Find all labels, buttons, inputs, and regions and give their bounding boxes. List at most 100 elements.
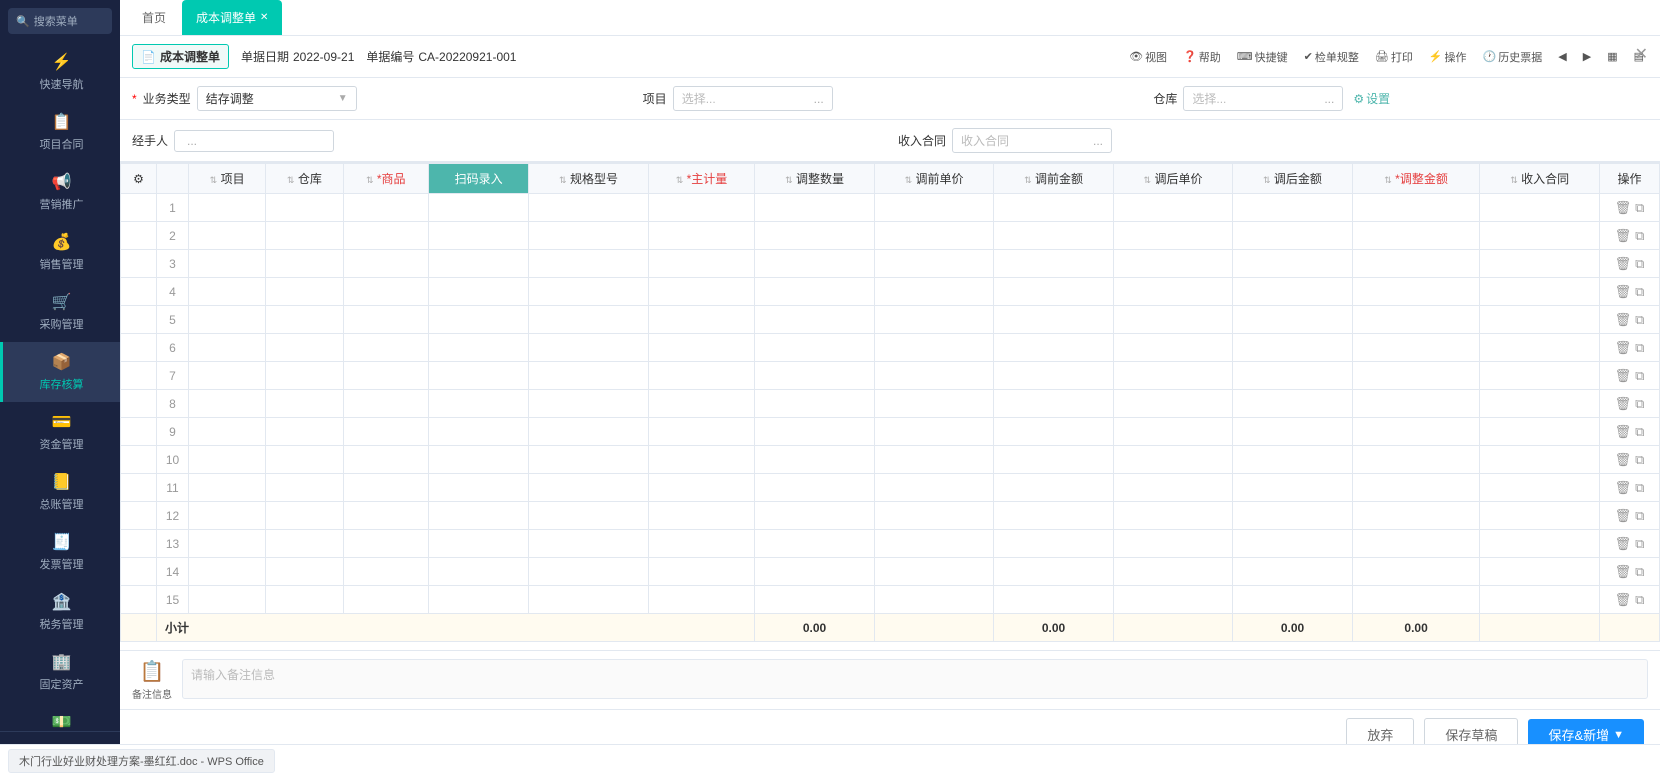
row-data-cell[interactable] <box>648 502 755 530</box>
row-copy-icon[interactable]: ⧉ <box>1635 564 1644 580</box>
row-data-cell[interactable] <box>1352 390 1480 418</box>
row-data-cell[interactable] <box>266 474 343 502</box>
row-data-cell[interactable] <box>343 250 428 278</box>
row-data-cell[interactable] <box>1113 586 1232 614</box>
row-data-cell[interactable] <box>266 502 343 530</box>
row-data-cell[interactable] <box>1113 446 1232 474</box>
row-data-cell[interactable] <box>529 418 648 446</box>
income-contract-input[interactable]: 收入合同 ... <box>952 128 1112 153</box>
row-data-cell[interactable] <box>874 586 993 614</box>
row-data-cell[interactable] <box>529 334 648 362</box>
row-data-cell[interactable] <box>266 222 343 250</box>
row-data-cell[interactable] <box>343 390 428 418</box>
row-data-cell[interactable] <box>266 390 343 418</box>
row-data-cell[interactable] <box>1352 502 1480 530</box>
col-adj-amount[interactable]: ⇅ *调整金额 <box>1352 164 1480 194</box>
row-data-cell[interactable] <box>874 558 993 586</box>
row-data-cell[interactable] <box>994 586 1113 614</box>
row-copy-icon[interactable]: ⧉ <box>1635 396 1644 412</box>
row-data-cell[interactable] <box>343 362 428 390</box>
row-data-cell[interactable] <box>266 530 343 558</box>
row-data-cell[interactable] <box>994 194 1113 222</box>
row-data-cell[interactable] <box>1233 222 1352 250</box>
row-data-cell[interactable] <box>1113 390 1232 418</box>
row-data-cell[interactable] <box>189 390 266 418</box>
row-data-cell[interactable] <box>874 418 993 446</box>
row-data-cell[interactable] <box>266 194 343 222</box>
warehouse-input[interactable]: 选择... ... <box>1183 86 1343 111</box>
sidebar-search[interactable]: 🔍 搜索菜单 <box>8 8 112 34</box>
row-data-cell[interactable] <box>755 362 874 390</box>
row-data-cell[interactable] <box>1352 558 1480 586</box>
row-delete-icon[interactable]: 🗑 <box>1615 368 1632 384</box>
row-delete-icon[interactable]: 🗑 <box>1615 564 1632 580</box>
sidebar-item-project-contract[interactable]: 📋项目合同 <box>0 102 120 162</box>
row-data-cell[interactable] <box>874 474 993 502</box>
row-data-cell[interactable] <box>1480 194 1600 222</box>
row-data-cell[interactable] <box>529 502 648 530</box>
nav-next-btn[interactable]: ▶ <box>1579 48 1595 65</box>
row-data-cell[interactable] <box>428 390 528 418</box>
operate-btn[interactable]: ⚡操作 <box>1425 47 1471 67</box>
row-data-cell[interactable] <box>755 194 874 222</box>
row-data-cell[interactable] <box>648 418 755 446</box>
row-data-cell[interactable] <box>529 474 648 502</box>
sidebar-item-sales-mgmt[interactable]: 💰销售管理 <box>0 222 120 282</box>
row-data-cell[interactable] <box>648 334 755 362</box>
row-data-cell[interactable] <box>755 530 874 558</box>
tab-close-icon[interactable]: ✕ <box>260 12 268 23</box>
row-delete-icon[interactable]: 🗑 <box>1615 592 1632 608</box>
row-data-cell[interactable] <box>1233 194 1352 222</box>
sidebar-item-salary[interactable]: 💵工资 <box>0 702 120 731</box>
row-data-cell[interactable] <box>343 558 428 586</box>
date-value[interactable]: 2022-09-21 <box>293 50 354 64</box>
row-data-cell[interactable] <box>1352 362 1480 390</box>
row-copy-icon[interactable]: ⧉ <box>1635 368 1644 384</box>
project-input[interactable]: 选择... ... <box>673 86 833 111</box>
row-data-cell[interactable] <box>1352 194 1480 222</box>
row-data-cell[interactable] <box>1233 362 1352 390</box>
row-data-cell[interactable] <box>755 586 874 614</box>
row-data-cell[interactable] <box>266 334 343 362</box>
row-data-cell[interactable] <box>343 446 428 474</box>
check-set-btn[interactable]: ✔检单规整 <box>1300 47 1363 67</box>
row-data-cell[interactable] <box>1113 278 1232 306</box>
tab-cost-adjust[interactable]: 成本调整单 ✕ <box>182 0 282 35</box>
row-data-cell[interactable] <box>648 222 755 250</box>
row-data-cell[interactable] <box>874 222 993 250</box>
row-data-cell[interactable] <box>994 530 1113 558</box>
row-copy-icon[interactable]: ⧉ <box>1635 340 1644 356</box>
row-delete-icon[interactable]: 🗑 <box>1615 284 1632 300</box>
row-data-cell[interactable] <box>994 306 1113 334</box>
row-copy-icon[interactable]: ⧉ <box>1635 592 1644 608</box>
row-data-cell[interactable] <box>1233 278 1352 306</box>
row-delete-icon[interactable]: 🗑 <box>1615 312 1632 328</box>
sidebar-item-inventory[interactable]: 📦库存核算 <box>0 342 120 402</box>
row-data-cell[interactable] <box>266 306 343 334</box>
num-value[interactable]: CA-20220921-001 <box>418 50 516 64</box>
row-data-cell[interactable] <box>874 278 993 306</box>
row-data-cell[interactable] <box>428 502 528 530</box>
row-data-cell[interactable] <box>1480 278 1600 306</box>
row-delete-icon[interactable]: 🗑 <box>1615 508 1632 524</box>
row-data-cell[interactable] <box>648 530 755 558</box>
row-data-cell[interactable] <box>874 530 993 558</box>
row-data-cell[interactable] <box>994 446 1113 474</box>
row-data-cell[interactable] <box>1233 502 1352 530</box>
row-data-cell[interactable] <box>266 278 343 306</box>
row-data-cell[interactable] <box>1352 306 1480 334</box>
row-data-cell[interactable] <box>1233 446 1352 474</box>
row-data-cell[interactable] <box>1113 250 1232 278</box>
row-data-cell[interactable] <box>266 446 343 474</box>
notes-icon-group[interactable]: 📋 备注信息 <box>132 659 172 701</box>
row-data-cell[interactable] <box>428 194 528 222</box>
sidebar-item-fixed-assets[interactable]: 🏢固定资产 <box>0 642 120 702</box>
row-data-cell[interactable] <box>1233 530 1352 558</box>
row-delete-icon[interactable]: 🗑 <box>1615 340 1632 356</box>
handler-input[interactable]: ... <box>174 130 334 152</box>
row-data-cell[interactable] <box>189 530 266 558</box>
row-data-cell[interactable] <box>529 362 648 390</box>
row-data-cell[interactable] <box>266 250 343 278</box>
row-delete-icon[interactable]: 🗑 <box>1615 396 1632 412</box>
row-data-cell[interactable] <box>189 194 266 222</box>
